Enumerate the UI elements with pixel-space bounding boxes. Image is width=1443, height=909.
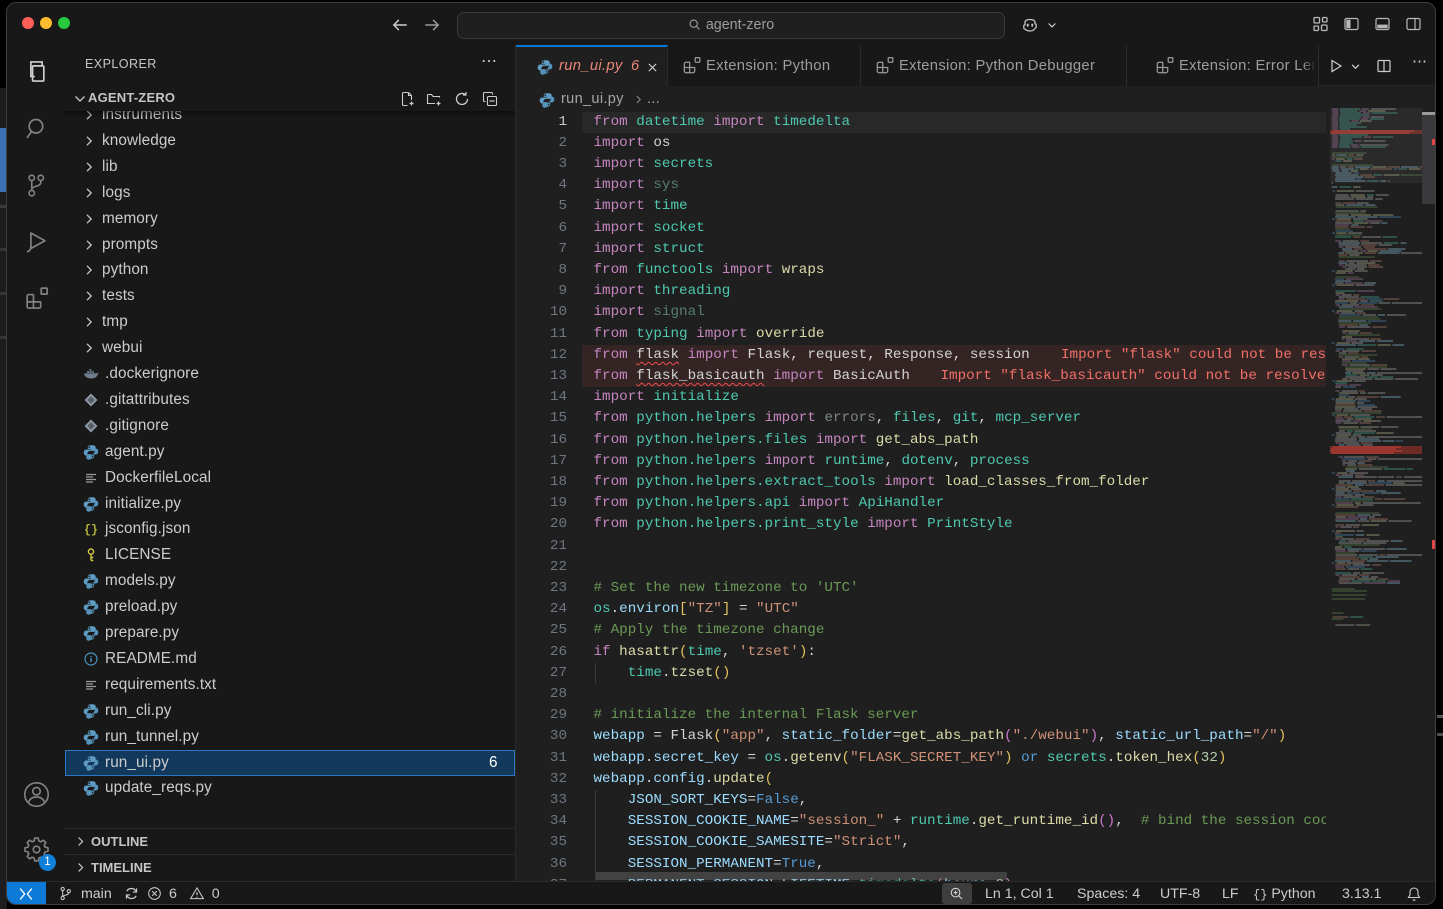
- svg-text:{}: {}: [84, 524, 98, 537]
